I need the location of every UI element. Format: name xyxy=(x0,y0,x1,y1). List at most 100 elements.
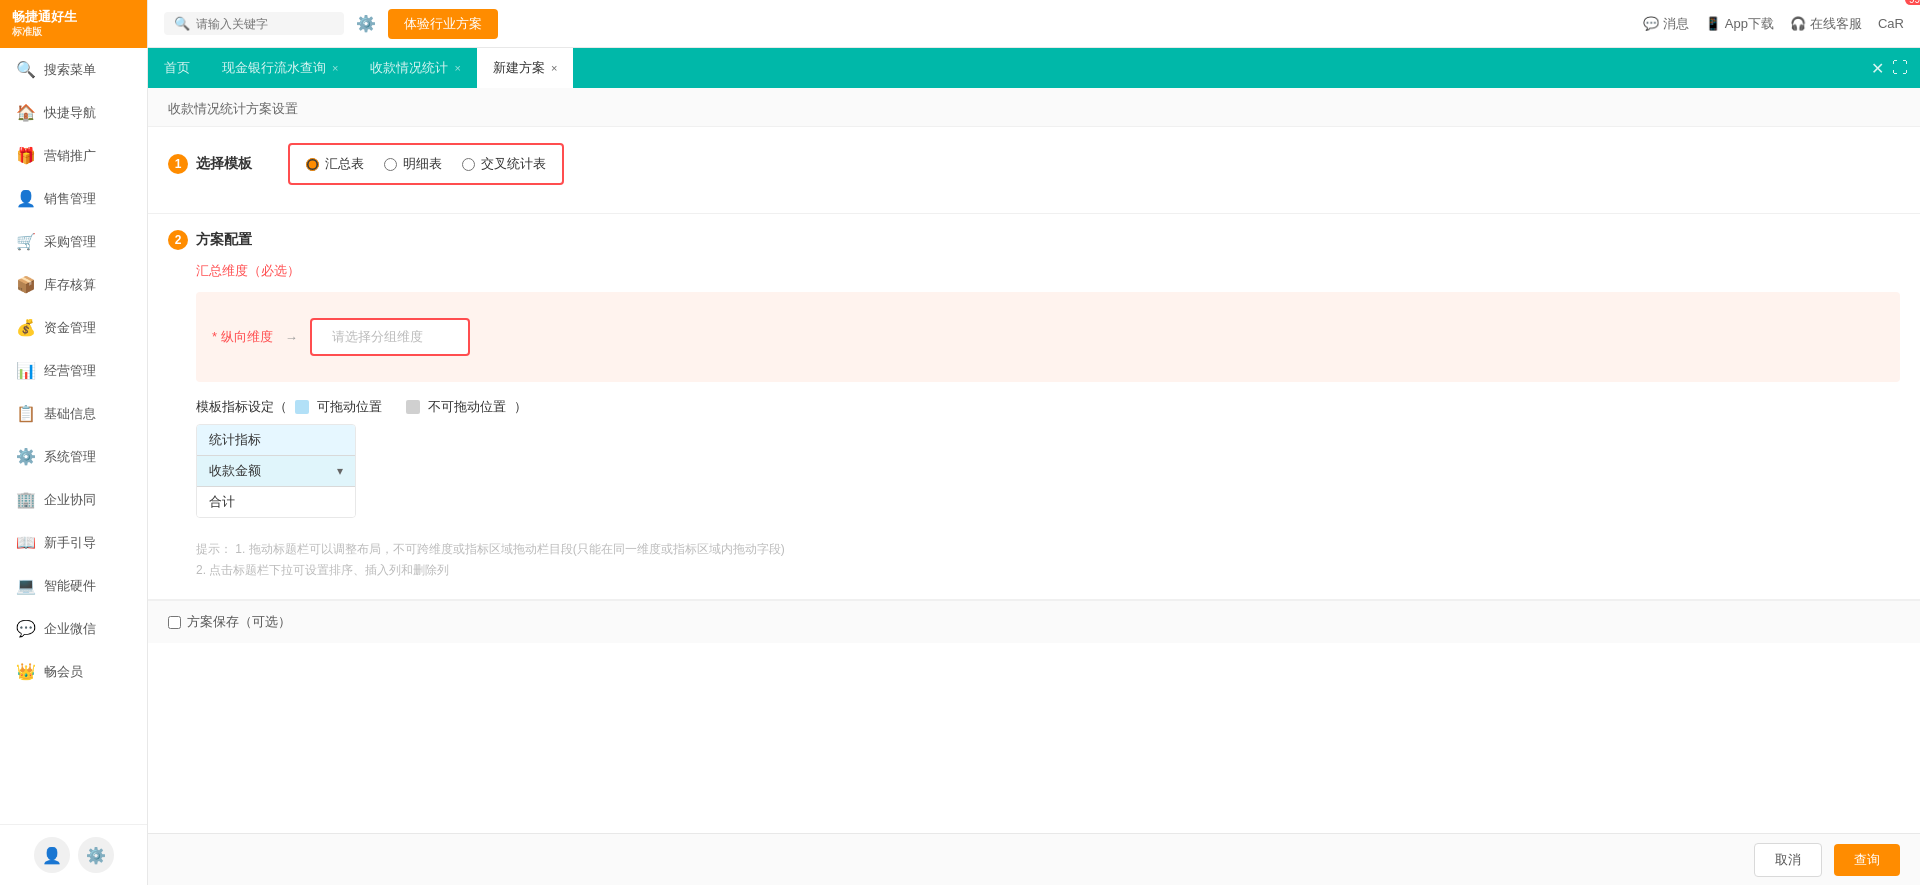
sidebar-item-sales[interactable]: 👤销售管理 xyxy=(0,177,147,220)
radio-group: 汇总表 明细表 交叉统计表 xyxy=(306,155,546,173)
indicator-row-1: 合计 xyxy=(197,487,355,517)
tab-bank-flow[interactable]: 现金银行流水查询 × xyxy=(206,48,354,88)
indicator-header: 模板指标设定（ 可拖动位置 不可拖动位置 ） xyxy=(196,398,1900,416)
indicator-row-0[interactable]: 收款金额 ▾ xyxy=(197,456,355,487)
indicator-table: 统计指标 收款金额 ▾ 合计 xyxy=(196,424,356,518)
sidebar-item-label: 企业协同 xyxy=(44,491,96,509)
sidebar-item-label: 企业微信 xyxy=(44,620,96,638)
wechat-icon: 💬 xyxy=(16,619,36,638)
sidebar-item-member[interactable]: 👑 畅会员 xyxy=(0,650,147,693)
dimension-area: * 纵向维度 → 请选择分组维度 xyxy=(196,292,1900,382)
sidebar-bottom: 👤 ⚙️ xyxy=(0,824,147,885)
tab-close-receipt-stat[interactable]: × xyxy=(454,62,460,74)
system-icon: ⚙️ xyxy=(16,447,36,466)
maximize-icon[interactable]: ⛶ xyxy=(1892,59,1908,77)
dim-row: * 纵向维度 → 请选择分组维度 xyxy=(212,318,470,356)
step1-section: 1 选择模板 汇总表 明细表 交叉统计表 xyxy=(148,127,1920,213)
sidebar-item-search[interactable]: 🔍搜索菜单 xyxy=(0,48,147,91)
logo-sub: 标准版 xyxy=(12,25,77,39)
user-name: CaR xyxy=(1878,16,1904,31)
tab-new-plan[interactable]: 新建方案 × xyxy=(477,48,573,88)
tab-receipt-stat[interactable]: 收款情况统计 × xyxy=(354,48,476,88)
step2-circle: 2 xyxy=(168,230,188,250)
member-icon: 👑 xyxy=(16,662,36,681)
sidebar-item-label: 基础信息 xyxy=(44,405,96,423)
radio-summary[interactable]: 汇总表 xyxy=(306,155,364,173)
user-name-btn[interactable]: CaR xyxy=(1878,16,1904,31)
enterprise-icon: 🏢 xyxy=(16,490,36,509)
indicator-label-0: 收款金额 xyxy=(209,462,261,480)
sidebar-nav: 🔍搜索菜单🏠快捷导航🎁营销推广👤销售管理🛒采购管理 📦 库存核算 💰资金管理📊经营管理… xyxy=(0,48,147,824)
topbar-search-box[interactable]: 🔍 xyxy=(164,12,344,35)
sidebar-item-label: 搜索菜单 xyxy=(44,61,96,79)
sidebar-bottom-btn-1[interactable]: 👤 xyxy=(34,837,70,873)
hint-section: 提示： 1. 拖动标题栏可以调整布局，不可跨维度或指标区域拖动栏目段(只能在同一… xyxy=(196,541,1900,579)
sidebar-item-finance[interactable]: 💰资金管理 xyxy=(0,306,147,349)
radio-input-summary[interactable] xyxy=(306,158,319,171)
close-window-icon[interactable]: ✕ xyxy=(1871,59,1884,78)
sidebar-item-operation[interactable]: 📊经营管理 xyxy=(0,349,147,392)
industry-btn[interactable]: 体验行业方案 xyxy=(388,9,498,39)
sidebar-item-label: 销售管理 xyxy=(44,190,96,208)
save-checkbox[interactable]: 方案保存（可选） xyxy=(168,613,1900,631)
radio-input-detail[interactable] xyxy=(384,158,397,171)
sidebar-item-label: 库存核算 xyxy=(44,276,96,294)
radio-input-cross[interactable] xyxy=(462,158,475,171)
radio-label-summary: 汇总表 xyxy=(325,155,364,173)
page-content-area: 收款情况统计方案设置 1 选择模板 汇总表明细表交叉统计表 2 方案配置 xyxy=(148,88,1920,833)
indicator-table-header: 统计指标 xyxy=(197,425,355,456)
topbar-right: 💬 消息 99+ 📱 App下载 🎧 在线客服 CaR xyxy=(1643,15,1904,33)
sidebar-item-basic-info[interactable]: 📋基础信息 xyxy=(0,392,147,435)
sidebar-item-marketing[interactable]: 🎁营销推广 xyxy=(0,134,147,177)
notification-badge: 99+ xyxy=(1905,0,1920,5)
confirm-button[interactable]: 查询 xyxy=(1834,844,1900,876)
step1-circle: 1 xyxy=(168,154,188,174)
sidebar-item-inventory[interactable]: 📦 库存核算 xyxy=(0,263,147,306)
tabbar: 首页现金银行流水查询 × 收款情况统计 × 新建方案 × ✕ ⛶ xyxy=(148,48,1920,88)
search-input[interactable] xyxy=(196,17,316,31)
step1-title: 选择模板 xyxy=(196,155,252,173)
notification-icon: 💬 xyxy=(1643,16,1659,31)
quick-nav-icon: 🏠 xyxy=(16,103,36,122)
vertical-dim-label: * 纵向维度 xyxy=(212,328,273,346)
tab-close-bank-flow[interactable]: × xyxy=(332,62,338,74)
cancel-button[interactable]: 取消 xyxy=(1754,843,1822,877)
sidebar-logo: 畅捷通好生 标准版 xyxy=(0,0,147,48)
save-section: 方案保存（可选） xyxy=(148,600,1920,643)
logo-text: 畅捷通好生 xyxy=(12,9,77,25)
tab-close-new-plan[interactable]: × xyxy=(551,62,557,74)
sidebar-item-label: 采购管理 xyxy=(44,233,96,251)
sidebar-item-purchase[interactable]: 🛒采购管理 xyxy=(0,220,147,263)
sidebar-item-guide[interactable]: 📖新手引导 xyxy=(0,521,147,564)
sidebar-item-quick-nav[interactable]: 🏠快捷导航 xyxy=(0,91,147,134)
radio-detail[interactable]: 明细表 xyxy=(384,155,442,173)
dropdown-icon-0[interactable]: ▾ xyxy=(337,464,343,478)
download-icon: 📱 xyxy=(1705,16,1721,31)
tab-label: 现金银行流水查询 xyxy=(222,59,326,77)
save-checkbox-input[interactable] xyxy=(168,616,181,629)
settings-icon[interactable]: ⚙️ xyxy=(356,14,376,33)
indicator-label-1: 合计 xyxy=(209,493,235,511)
app-download-btn[interactable]: 📱 App下载 xyxy=(1705,15,1774,33)
inventory-icon: 📦 xyxy=(16,275,36,294)
sidebar-item-hardware[interactable]: 💻智能硬件 xyxy=(0,564,147,607)
support-btn[interactable]: 🎧 在线客服 xyxy=(1790,15,1862,33)
radio-cross[interactable]: 交叉统计表 xyxy=(462,155,546,173)
sidebar-item-wechat[interactable]: 💬 企业微信 xyxy=(0,607,147,650)
sidebar-item-system[interactable]: ⚙️系统管理 xyxy=(0,435,147,478)
indicator-section: 模板指标设定（ 可拖动位置 不可拖动位置 ） 统计指标 收款金额 ▾ 合计 xyxy=(196,398,1900,521)
dim-select[interactable]: 请选择分组维度 xyxy=(310,318,470,356)
tab-home[interactable]: 首页 xyxy=(148,48,206,88)
tab-label: 新建方案 xyxy=(493,59,545,77)
step2-label: 2 方案配置 xyxy=(168,230,1900,250)
footer: 取消 查询 xyxy=(148,833,1920,885)
tab-label: 收款情况统计 xyxy=(370,59,448,77)
sidebar-item-label: 营销推广 xyxy=(44,147,96,165)
sidebar-item-label: 畅会员 xyxy=(44,663,83,681)
sidebar-bottom-btn-2[interactable]: ⚙️ xyxy=(78,837,114,873)
notification-btn[interactable]: 💬 消息 99+ xyxy=(1643,15,1689,33)
main-content: 🔍 ⚙️ 体验行业方案 💬 消息 99+ 📱 App下载 🎧 在线客服 CaR xyxy=(148,0,1920,885)
radio-label-cross: 交叉统计表 xyxy=(481,155,546,173)
dim-arrow: → xyxy=(285,330,298,345)
sidebar-item-enterprise[interactable]: 🏢 企业协同 xyxy=(0,478,147,521)
